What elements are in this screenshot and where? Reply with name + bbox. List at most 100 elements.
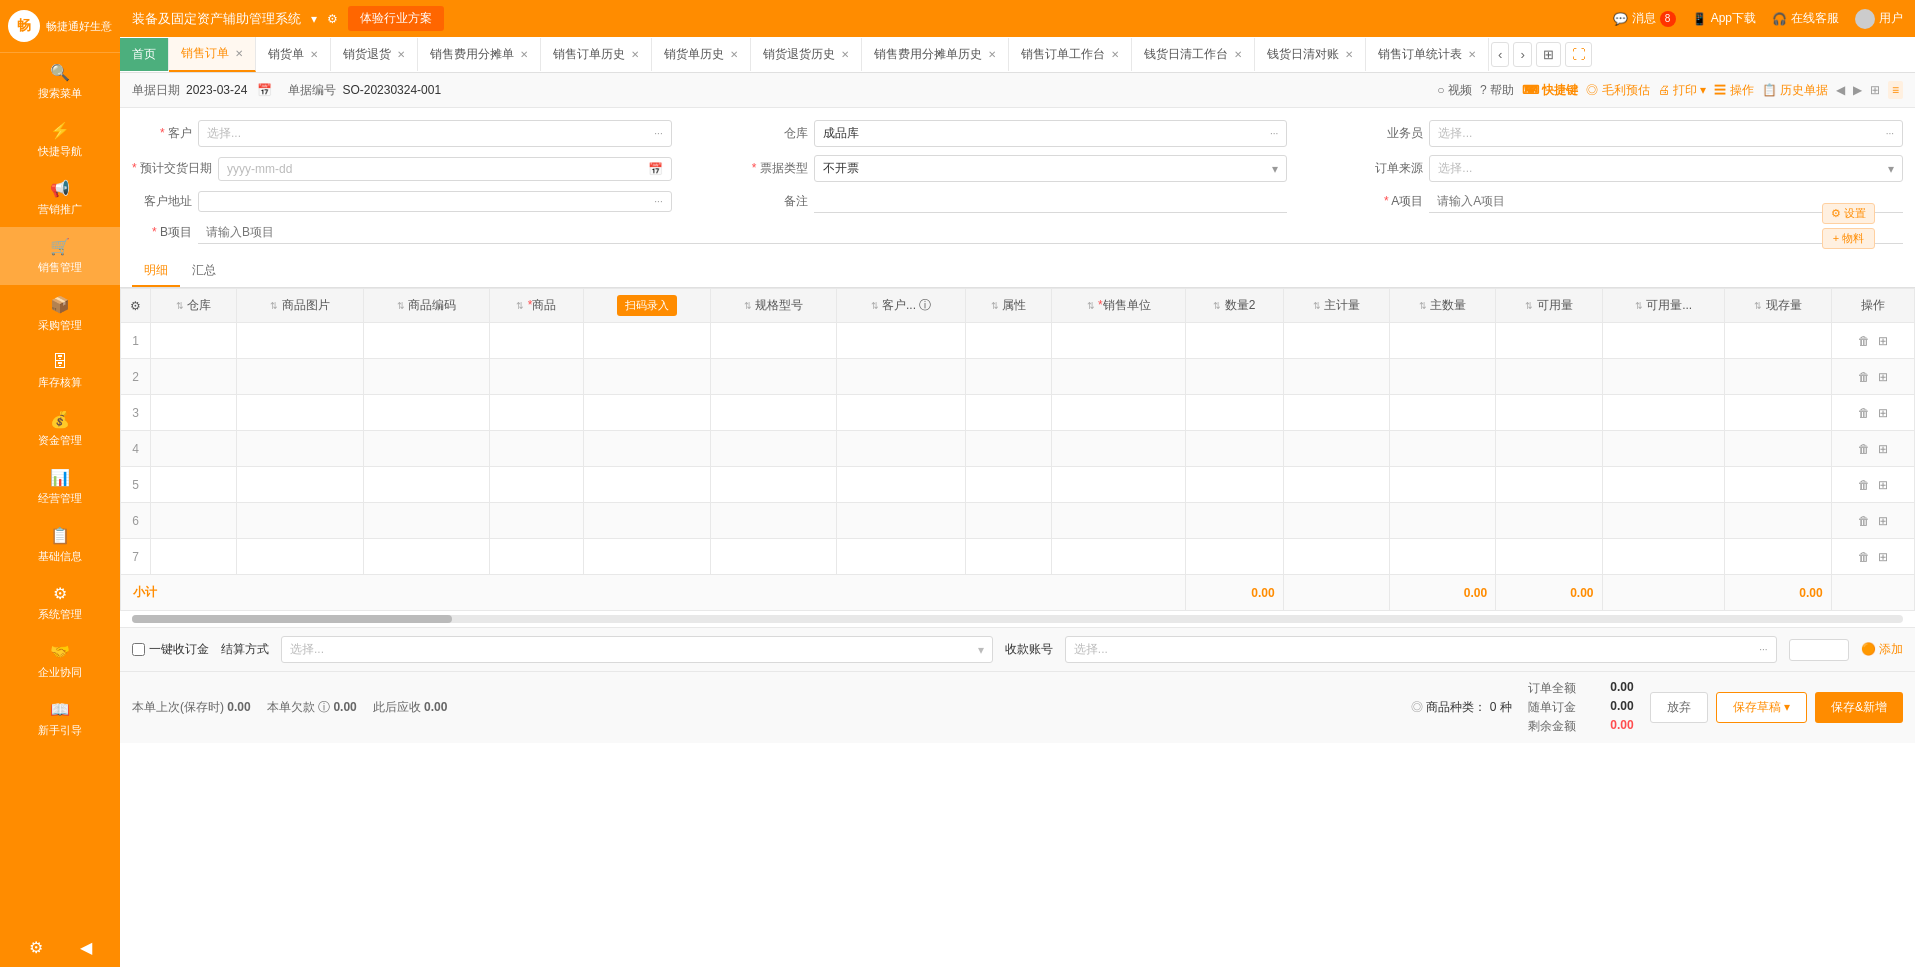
delete-icon[interactable]: 🗑 [1858,370,1870,384]
add-material-btn[interactable]: + 物料 [1822,228,1875,249]
tab-close-sales-order[interactable]: ✕ [235,48,243,59]
cell-image[interactable] [237,503,363,539]
cell-attr[interactable] [965,323,1051,359]
cell-image[interactable] [237,323,363,359]
sidebar-item-inventory[interactable]: 🗄 库存核算 [0,343,120,400]
cell-name[interactable] [489,359,583,395]
tab-sales-return-history[interactable]: 销货退货历史 ✕ [751,38,862,71]
cell-unit[interactable] [1052,395,1186,431]
cell-main-qty[interactable] [1389,539,1495,575]
copy-icon[interactable]: ⊞ [1878,370,1888,384]
cell-main-unit[interactable] [1283,323,1389,359]
cell-qty2[interactable] [1186,359,1284,395]
cell-scan[interactable] [583,503,710,539]
cell-main-qty[interactable] [1389,323,1495,359]
scrollbar-thumb[interactable] [132,615,452,623]
cell-warehouse[interactable] [151,359,237,395]
tab-close-sales-stats[interactable]: ✕ [1468,49,1476,60]
cell-main-qty[interactable] [1389,467,1495,503]
salesperson-input[interactable]: 选择... ··· [1429,120,1903,147]
tab-sales-goods-history[interactable]: 销货单历史 ✕ [652,38,751,71]
online-service-btn[interactable]: 🎧 在线客服 [1772,10,1839,27]
remarks-input[interactable] [814,190,1288,213]
cell-name[interactable] [489,467,583,503]
tab-sales-order[interactable]: 销售订单 ✕ [169,37,256,72]
discard-btn[interactable]: 放弃 [1650,692,1708,723]
cell-available[interactable] [1496,503,1602,539]
cell-code[interactable] [363,503,489,539]
tab-sales-fee-history[interactable]: 销售费用分摊单历史 ✕ [862,38,1009,71]
col-main-qty[interactable]: ⇅ 主数量 [1389,289,1495,323]
cell-customer-code[interactable] [837,503,965,539]
cell-qty2[interactable] [1186,467,1284,503]
customer-input[interactable]: 选择... ··· [198,120,672,147]
cell-unit[interactable] [1052,431,1186,467]
cell-warehouse[interactable] [151,503,237,539]
tab-summary[interactable]: 汇总 [180,256,228,287]
tab-close-sales-goods[interactable]: ✕ [310,49,318,60]
calendar-icon[interactable]: 📅 [257,83,272,97]
customer-address-input[interactable]: ··· [198,191,672,212]
cell-main-unit[interactable] [1283,539,1389,575]
cell-code[interactable] [363,359,489,395]
cell-available2[interactable] [1602,467,1725,503]
cell-customer-code[interactable] [837,431,965,467]
tab-close-sales-fee[interactable]: ✕ [520,49,528,60]
cell-available2[interactable] [1602,395,1725,431]
nav-prev-icon[interactable]: ◀ [1836,83,1845,97]
tab-prev-btn[interactable]: ‹ [1491,42,1509,67]
copy-icon[interactable]: ⊞ [1878,550,1888,564]
cell-name[interactable] [489,431,583,467]
cell-qty2[interactable] [1186,323,1284,359]
cell-customer-code[interactable] [837,323,965,359]
save-new-btn[interactable]: 保存&新增 [1815,692,1903,723]
history-btn[interactable]: 📋 历史单据 [1762,82,1828,99]
col-available[interactable]: ⇅ 可用量 [1496,289,1602,323]
cell-customer-code[interactable] [837,539,965,575]
copy-icon[interactable]: ⊞ [1878,334,1888,348]
tab-close-cash-reconcile[interactable]: ✕ [1345,49,1353,60]
delete-icon[interactable]: 🗑 [1858,334,1870,348]
tab-close-sales-order-history[interactable]: ✕ [631,49,639,60]
sidebar-item-search[interactable]: 🔍 搜索菜单 [0,53,120,111]
project-b-input[interactable] [198,221,1903,244]
tab-home[interactable]: 首页 [120,38,169,71]
salesperson-ellipsis[interactable]: ··· [1886,128,1894,139]
cell-code[interactable] [363,431,489,467]
tab-more-btn[interactable]: ⊞ [1536,42,1561,67]
cell-warehouse[interactable] [151,539,237,575]
account-select[interactable]: 选择... ··· [1065,636,1777,663]
cell-code[interactable] [363,467,489,503]
sidebar-item-finance[interactable]: 💰 资金管理 [0,400,120,458]
cell-main-unit[interactable] [1283,431,1389,467]
cell-name[interactable] [489,395,583,431]
delete-icon[interactable]: 🗑 [1858,442,1870,456]
message-btn[interactable]: 💬 消息 8 [1613,10,1676,27]
sidebar-item-sales[interactable]: 🛒 销售管理 [0,227,120,285]
cell-code[interactable] [363,323,489,359]
cell-image[interactable] [237,395,363,431]
cell-available[interactable] [1496,395,1602,431]
delete-icon[interactable]: 🗑 [1858,550,1870,564]
cell-available2[interactable] [1602,503,1725,539]
col-code[interactable]: ⇅ 商品编码 [363,289,489,323]
cell-warehouse[interactable] [151,323,237,359]
save-draft-btn[interactable]: 保存草稿 ▾ [1716,692,1807,723]
warehouse-input[interactable]: 成品库 ··· [814,120,1288,147]
tab-close-sales-goods-history[interactable]: ✕ [730,49,738,60]
cell-warehouse[interactable] [151,467,237,503]
cell-qty2[interactable] [1186,503,1284,539]
cell-unit[interactable] [1052,467,1186,503]
cell-current[interactable] [1725,467,1831,503]
copy-icon[interactable]: ⊞ [1878,478,1888,492]
cell-qty2[interactable] [1186,431,1284,467]
scan-btn[interactable]: 扫码录入 [617,295,677,316]
tab-sales-order-history[interactable]: 销售订单历史 ✕ [541,38,652,71]
cell-qty2[interactable] [1186,395,1284,431]
cell-available[interactable] [1496,359,1602,395]
cell-main-unit[interactable] [1283,503,1389,539]
profit-btn[interactable]: ◎ 毛利预估 [1586,82,1649,99]
cell-warehouse[interactable] [151,431,237,467]
col-qty2[interactable]: ⇅ 数量2 [1186,289,1284,323]
tab-close-sales-return[interactable]: ✕ [397,49,405,60]
